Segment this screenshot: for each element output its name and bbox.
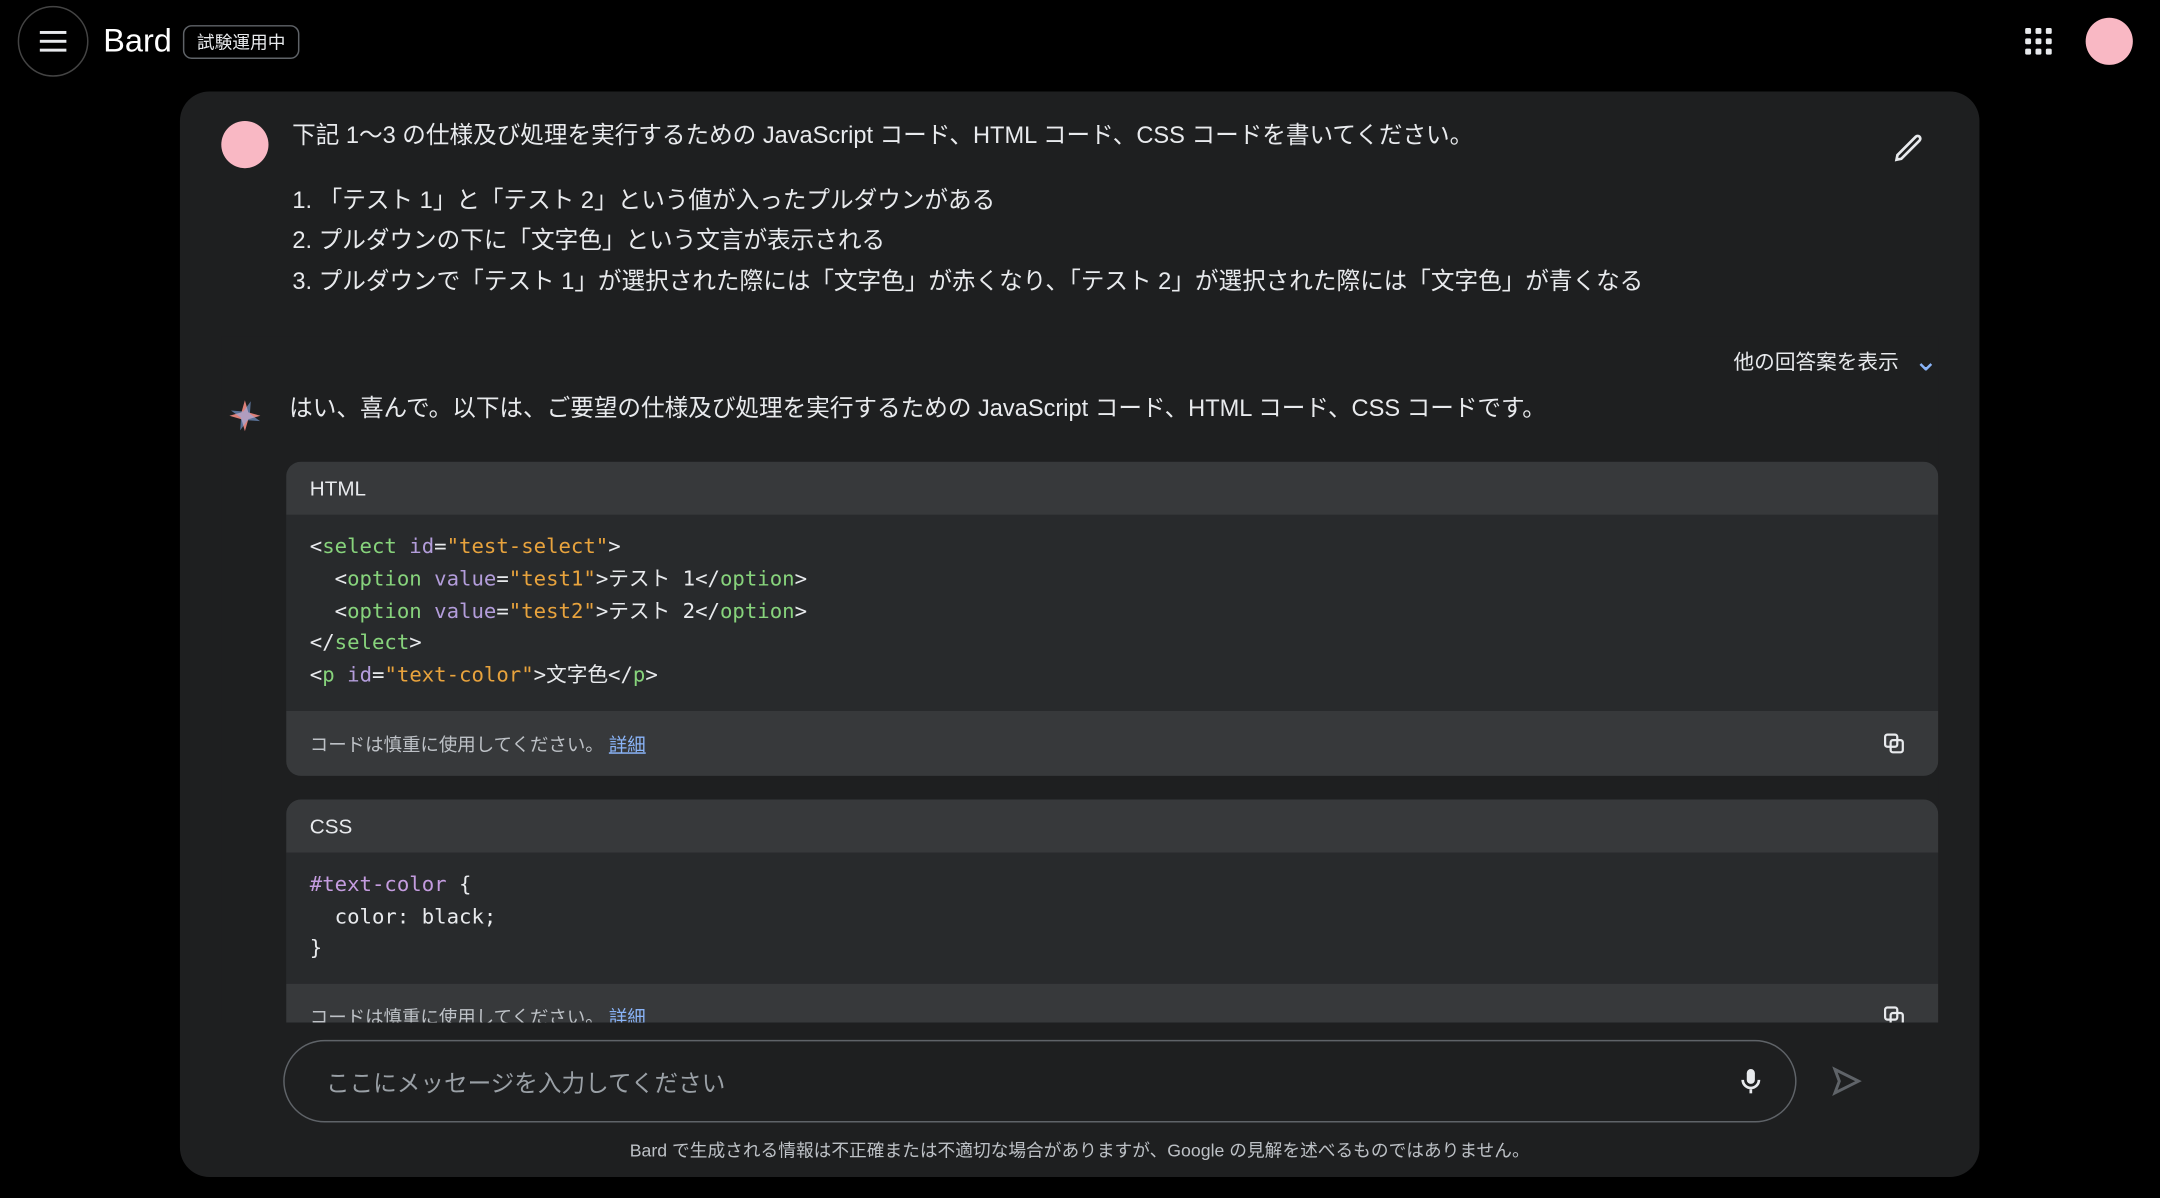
code-caution-text: コードは慎重に使用してください。 — [310, 1002, 604, 1022]
brand-name: Bard — [103, 22, 172, 60]
code-footer: コードは慎重に使用してください。 詳細 — [286, 711, 1938, 776]
show-alternatives-label: 他の回答案を表示 — [1733, 346, 1898, 376]
code-more-link[interactable]: 詳細 — [609, 729, 646, 757]
account-avatar[interactable] — [2086, 18, 2133, 65]
google-apps-button[interactable] — [2009, 12, 2068, 71]
user-message-text: 下記 1〜3 の仕様及び処理を実行するための JavaScript コード、HT… — [292, 118, 1856, 304]
conversation-panel: 下記 1〜3 の仕様及び処理を実行するための JavaScript コード、HT… — [180, 91, 1980, 1177]
copy-icon — [1881, 1003, 1908, 1022]
code-lang-label: HTML — [286, 462, 1938, 515]
show-alternatives-row[interactable]: 他の回答案を表示 ⌄ — [221, 337, 1938, 392]
conversation-scroll[interactable]: 下記 1〜3 の仕様及び処理を実行するための JavaScript コード、HT… — [180, 91, 1980, 1022]
assistant-intro: はい、喜んで。以下は、ご要望の仕様及び処理を実行するための JavaScript… — [289, 391, 1546, 429]
user-prompt-intro: 下記 1〜3 の仕様及び処理を実行するための JavaScript コード、HT… — [292, 118, 1856, 156]
message-input[interactable]: ここにメッセージを入力してください — [283, 1040, 1796, 1123]
code-block-html: HTML <select id="test-select"> <option v… — [286, 462, 1938, 775]
app-header: Bard 試験運用中 — [0, 0, 2159, 83]
code-content: #text-color { color: black; } — [286, 852, 1938, 983]
code-content: <select id="test-select"> <option value=… — [286, 515, 1938, 710]
apps-icon — [2025, 28, 2052, 55]
input-row: ここにメッセージを入力してください — [180, 1022, 1980, 1128]
user-message: 下記 1〜3 の仕様及び処理を実行するための JavaScript コード、HT… — [221, 118, 1938, 328]
input-placeholder: ここにメッセージを入力してください — [326, 1063, 1721, 1098]
list-item: 「テスト 1」と「テスト 2」という値が入ったプルダウンがある — [319, 182, 1856, 220]
copy-code-button[interactable] — [1873, 995, 1914, 1022]
copy-code-button[interactable] — [1873, 722, 1914, 763]
code-more-link[interactable]: 詳細 — [609, 1002, 646, 1022]
user-prompt-list: 「テスト 1」と「テスト 2」という値が入ったプルダウンがある プルダウンの下に… — [292, 182, 1856, 301]
mic-button[interactable] — [1721, 1052, 1780, 1111]
list-item: プルダウンの下に「文字色」という文言が表示される — [319, 223, 1856, 261]
mic-icon — [1735, 1065, 1767, 1097]
list-item: プルダウンで「テスト 1」が選択された際には「文字色」が赤くなり、「テスト 2」… — [319, 264, 1856, 302]
menu-button[interactable] — [18, 6, 89, 77]
copy-icon — [1881, 730, 1908, 757]
menu-icon — [40, 31, 67, 52]
edit-prompt-button[interactable] — [1879, 118, 1938, 177]
pencil-icon — [1892, 131, 1924, 163]
user-avatar — [221, 121, 268, 168]
code-caution-text: コードは慎重に使用してください。 — [310, 729, 604, 757]
code-block-css: CSS #text-color { color: black; } コードは慎重… — [286, 799, 1938, 1022]
experiment-badge: 試験運用中 — [184, 24, 299, 58]
code-lang-label: CSS — [286, 799, 1938, 852]
assistant-response: 他の回答案を表示 ⌄ はい、喜んで。以下は、ご要望の仕様及び処理を実行するための… — [221, 337, 1938, 1022]
bard-spark-icon — [224, 397, 265, 438]
send-icon — [1829, 1063, 1864, 1098]
code-footer: コードは慎重に使用してください。 詳細 — [286, 984, 1938, 1023]
send-button[interactable] — [1817, 1052, 1876, 1111]
disclaimer-text: Bard で生成される情報は不正確または不適切な場合がありますが、Google … — [180, 1128, 1980, 1177]
chevron-down-icon: ⌄ — [1913, 343, 1938, 380]
